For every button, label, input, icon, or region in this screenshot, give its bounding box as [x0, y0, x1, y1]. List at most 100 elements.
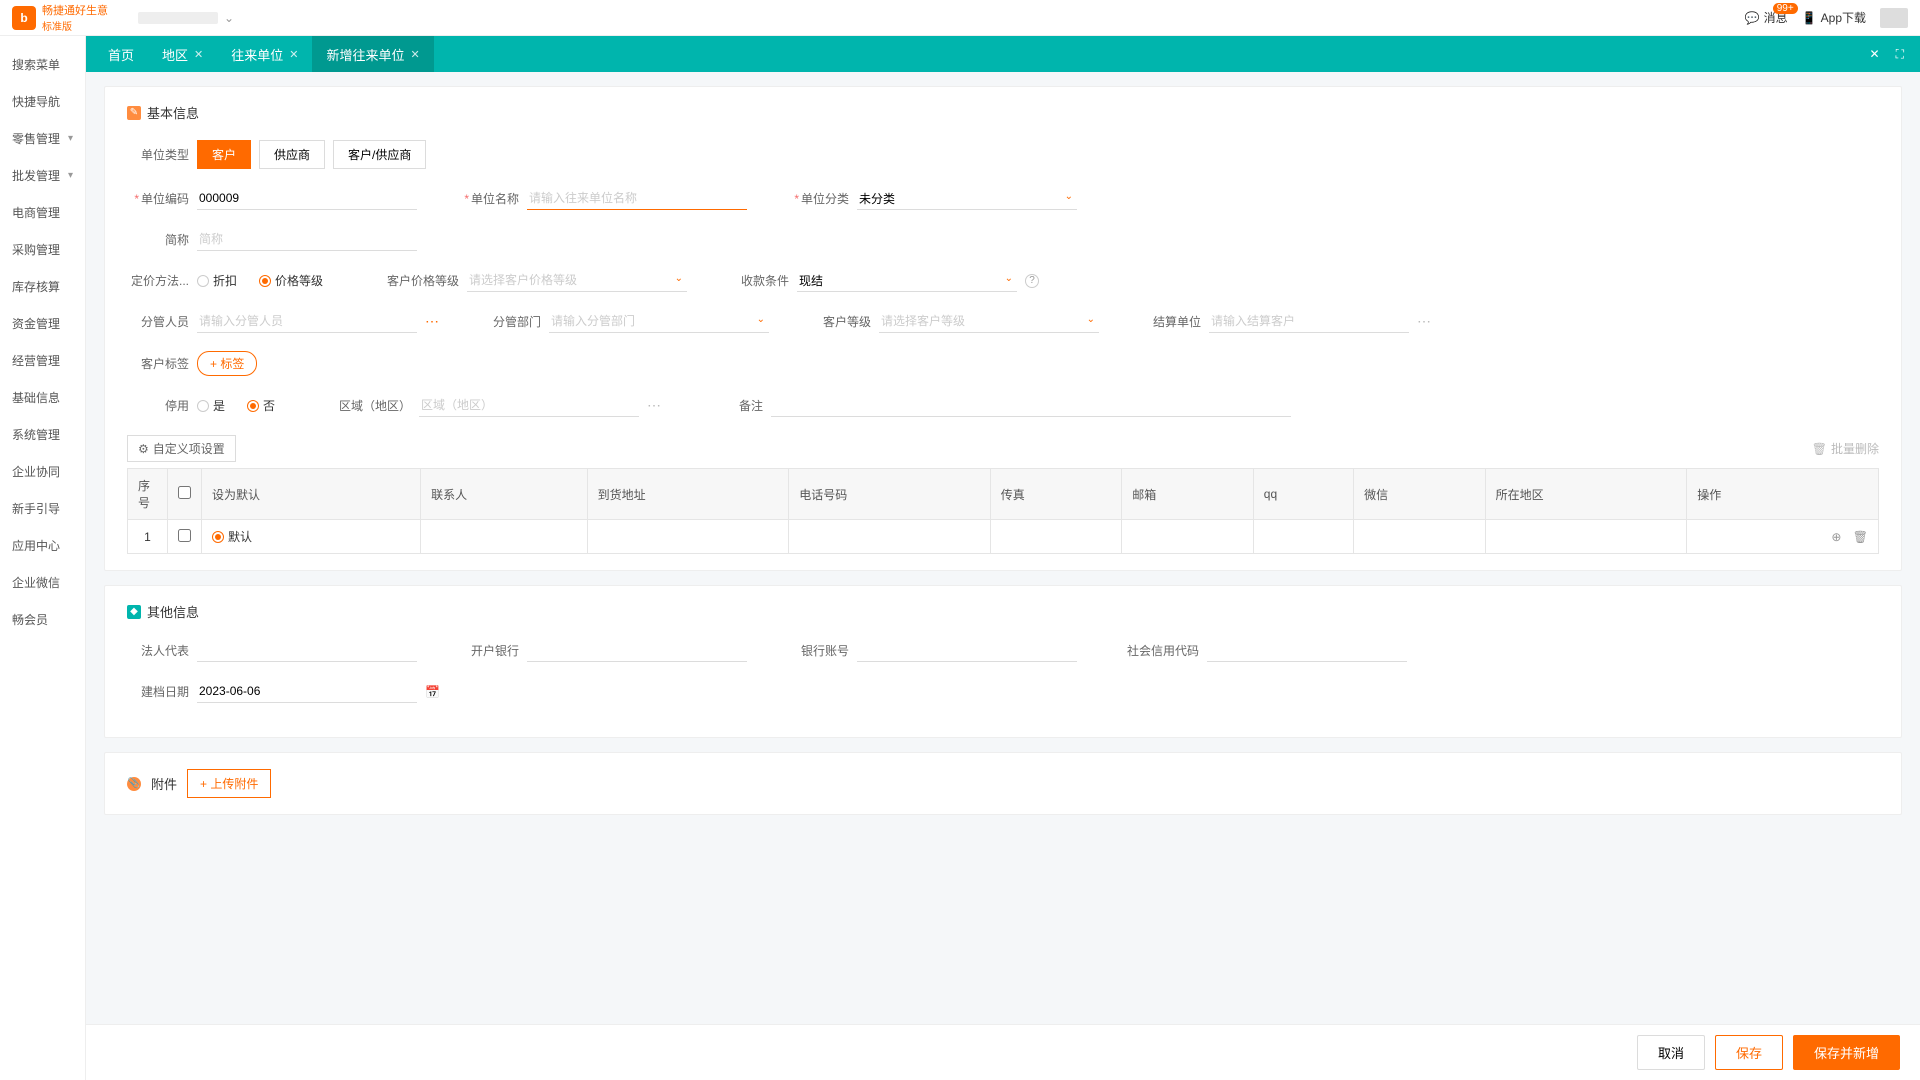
table-header: 微信 — [1354, 469, 1485, 520]
sidebar-item[interactable]: 资金管理 — [0, 305, 85, 342]
sidebar-item-label: 搜索菜单 — [12, 56, 60, 73]
unit-name-input[interactable] — [527, 187, 747, 210]
custom-fields-button[interactable]: ⚙自定义项设置 — [127, 435, 236, 462]
attachment-title: 附件 — [151, 774, 177, 793]
cell-address[interactable] — [587, 520, 789, 554]
tab-close-icon[interactable]: ✕ — [411, 48, 420, 61]
sidebar-item-label: 新手引导 — [12, 500, 60, 517]
sidebar-item[interactable]: 企业协同 — [0, 453, 85, 490]
table-header: 序号 — [128, 469, 168, 520]
unit-type-option[interactable]: 供应商 — [259, 140, 325, 169]
table-header — [168, 469, 202, 520]
more-icon[interactable]: ⋯ — [1417, 313, 1431, 330]
sidebar-item[interactable]: 企业微信 — [0, 564, 85, 601]
app-download-button[interactable]: 📱 App下载 — [1802, 9, 1866, 26]
region-input[interactable] — [419, 394, 639, 417]
dept-select[interactable] — [549, 310, 769, 333]
disabled-yes-radio[interactable]: 是 — [197, 397, 225, 414]
add-tag-button[interactable]: + 标签 — [197, 351, 257, 376]
settle-unit-input[interactable] — [1209, 310, 1409, 333]
disabled-label: 停用 — [127, 397, 189, 414]
sidebar-item[interactable]: 新手引导 — [0, 490, 85, 527]
table-header: 设为默认 — [202, 469, 421, 520]
save-button[interactable]: 保存 — [1715, 1035, 1783, 1070]
upload-attachment-button[interactable]: + 上传附件 — [187, 769, 271, 798]
unit-type-option[interactable]: 客户/供应商 — [333, 140, 426, 169]
sidebar-item[interactable]: 采购管理 — [0, 231, 85, 268]
sidebar-item[interactable]: 快捷导航 — [0, 83, 85, 120]
close-all-tabs-icon[interactable]: ✕ — [1862, 47, 1888, 61]
abbr-input[interactable] — [197, 228, 417, 251]
batch-delete-button[interactable]: 🗑批量删除 — [1812, 440, 1879, 457]
other-info-card: ◆ 其他信息 法人代表 开户银行 银行账号 社会信用代码 建档日期 📅 — [104, 585, 1902, 738]
cell-fax[interactable] — [990, 520, 1121, 554]
cell-region[interactable] — [1485, 520, 1687, 554]
row-seq: 1 — [128, 520, 168, 554]
sidebar-item-label: 应用中心 — [12, 537, 60, 554]
tab[interactable]: 新增往来单位 ✕ — [312, 36, 433, 72]
tab[interactable]: 地区✕ — [148, 36, 217, 72]
table-header: 传真 — [990, 469, 1121, 520]
pricing-level-radio[interactable]: 价格等级 — [259, 272, 323, 289]
info-icon[interactable]: ? — [1025, 274, 1039, 288]
select-all-checkbox[interactable] — [178, 486, 191, 499]
row-checkbox[interactable] — [178, 529, 191, 542]
date-input[interactable] — [197, 680, 417, 703]
sidebar-item[interactable]: 系统管理 — [0, 416, 85, 453]
cancel-button[interactable]: 取消 — [1637, 1035, 1705, 1070]
phone-icon: 📱 — [1802, 11, 1817, 25]
sidebar-item[interactable]: 搜索菜单 — [0, 46, 85, 83]
unit-code-label: 单位编码 — [141, 192, 189, 206]
cell-email[interactable] — [1122, 520, 1253, 554]
table-header: 所在地区 — [1485, 469, 1687, 520]
legal-input[interactable] — [197, 639, 417, 662]
attachment-card: 📎 附件 + 上传附件 — [104, 752, 1902, 815]
add-row-icon[interactable]: ⊕ — [1831, 530, 1841, 544]
tab[interactable]: 往来单位✕ — [217, 36, 312, 72]
tab-close-icon[interactable]: ✕ — [289, 48, 298, 61]
cust-level-select[interactable] — [879, 310, 1099, 333]
account-input[interactable] — [857, 639, 1077, 662]
sidebar-item[interactable]: 电商管理 — [0, 194, 85, 231]
contacts-table: 序号设为默认联系人到货地址电话号码传真邮箱qq微信所在地区操作 1 默认 — [127, 468, 1879, 554]
brand: b 畅捷通好生意 标准版 — [12, 2, 108, 33]
fullscreen-icon[interactable]: ⛶ — [1888, 47, 1912, 62]
sidebar-item[interactable]: 经营管理 — [0, 342, 85, 379]
disabled-no-radio[interactable]: 否 — [247, 397, 275, 414]
more-icon[interactable]: ⋯ — [425, 313, 439, 330]
remark-input[interactable] — [771, 394, 1291, 417]
org-selector[interactable]: ⌄ — [138, 11, 234, 25]
credit-input[interactable] — [1207, 639, 1407, 662]
row-default-radio[interactable]: 默认 — [212, 528, 252, 545]
cell-phone[interactable] — [789, 520, 991, 554]
sidebar-item[interactable]: 应用中心 — [0, 527, 85, 564]
more-icon[interactable]: ⋯ — [647, 397, 661, 414]
avatar[interactable] — [1880, 8, 1908, 28]
sidebar-item[interactable]: 零售管理▾ — [0, 120, 85, 157]
tab-label: 新增往来单位 — [326, 45, 404, 64]
cell-contact[interactable] — [421, 520, 588, 554]
manager-label: 分管人员 — [127, 313, 189, 330]
cell-wechat[interactable] — [1354, 520, 1485, 554]
manager-input[interactable] — [197, 310, 417, 333]
sidebar-item[interactable]: 基础信息 — [0, 379, 85, 416]
save-and-add-button[interactable]: 保存并新增 — [1793, 1035, 1900, 1070]
delete-row-icon[interactable]: 🗑 — [1853, 530, 1868, 544]
cell-qq[interactable] — [1253, 520, 1353, 554]
pay-terms-select[interactable] — [797, 269, 1017, 292]
tab-close-icon[interactable]: ✕ — [194, 48, 203, 61]
sidebar-item[interactable]: 库存核算 — [0, 268, 85, 305]
tab[interactable]: 首页 — [94, 36, 148, 72]
unit-category-select[interactable] — [857, 187, 1077, 210]
calendar-icon[interactable]: 📅 — [425, 685, 440, 699]
unit-type-option[interactable]: 客户 — [197, 140, 251, 169]
sidebar-item[interactable]: 畅会员 — [0, 601, 85, 638]
bank-input[interactable] — [527, 639, 747, 662]
sidebar-item[interactable]: 批发管理▾ — [0, 157, 85, 194]
pricing-discount-radio[interactable]: 折扣 — [197, 272, 237, 289]
cust-price-level-select[interactable] — [467, 269, 687, 292]
messages-button[interactable]: 💬 消息 99+ — [1745, 9, 1788, 26]
sidebar: 搜索菜单快捷导航零售管理▾批发管理▾电商管理采购管理库存核算资金管理经营管理基础… — [0, 36, 86, 1080]
unit-code-input[interactable] — [197, 187, 417, 210]
table-header: 电话号码 — [789, 469, 991, 520]
